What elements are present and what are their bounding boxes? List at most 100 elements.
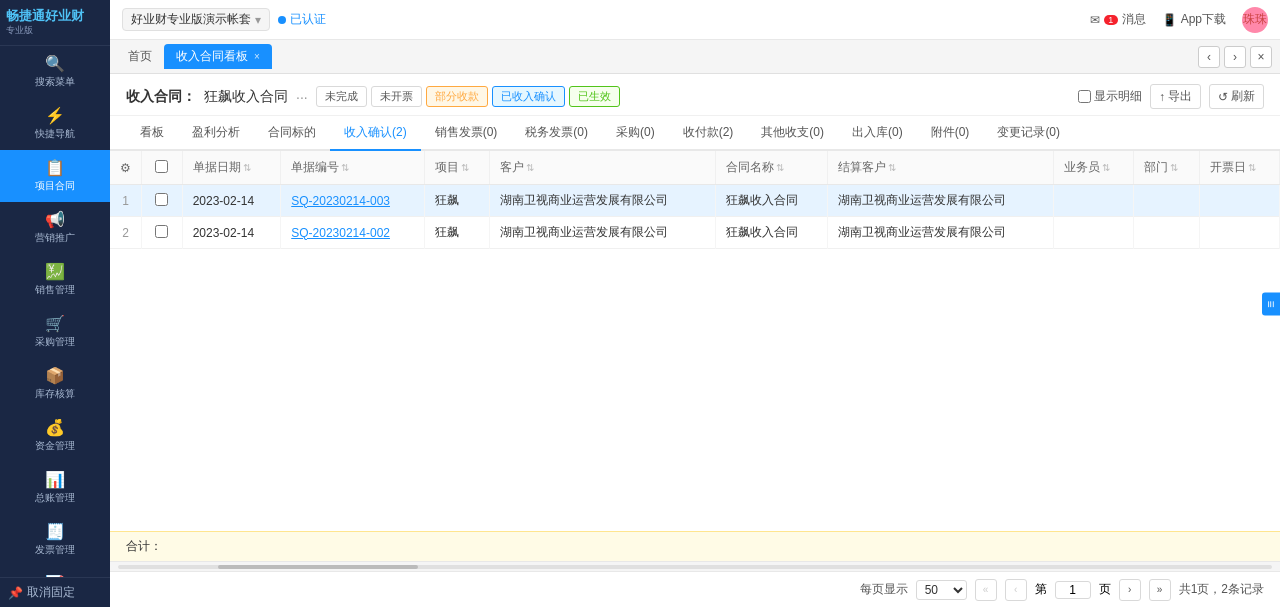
sidebar-item-ledger[interactable]: 📊 总账管理 [0, 462, 110, 514]
certified-label: 已认证 [290, 11, 326, 28]
pin-icon: 📌 [8, 586, 23, 600]
sidebar-item-label: 快捷导航 [35, 127, 75, 141]
subtab-warehouse[interactable]: 出入库(0) [838, 116, 917, 151]
topbar-left: 好业财专业版演示帐套 ▾ 已认证 [122, 8, 326, 31]
right-float-panel[interactable]: ≡ [1262, 292, 1280, 315]
sidebar-item-project[interactable]: 📋 项目合同 [0, 150, 110, 202]
row-salesman [1053, 217, 1133, 249]
per-page-label: 每页显示 [860, 581, 908, 598]
col-number: 单据编号⇅ [281, 151, 424, 185]
sidebar-item-funds[interactable]: 💰 资金管理 [0, 410, 110, 462]
show-detail-checkbox[interactable]: 显示明细 [1078, 88, 1142, 105]
footer-total-label: 合计： [126, 538, 162, 555]
chevron-down-icon: ▾ [255, 13, 261, 27]
sidebar-item-marketing[interactable]: 📢 营销推广 [0, 202, 110, 254]
sort-icon: ⇅ [776, 162, 784, 173]
app-name: 畅捷通好业财 [6, 8, 104, 24]
status-uninvoiced[interactable]: 未开票 [371, 86, 422, 107]
subtab-attachment[interactable]: 附件(0) [917, 116, 984, 151]
sidebar-item-tax[interactable]: 📝 税务管理 [0, 566, 110, 577]
sidebar-item-quicknav[interactable]: ⚡ 快捷导航 [0, 98, 110, 150]
prev-page-button[interactable]: ‹ [1005, 579, 1027, 601]
col-open-date: 开票日⇅ [1199, 151, 1279, 185]
subtab-subject[interactable]: 合同标的 [254, 116, 330, 151]
message-button[interactable]: ✉ 1 消息 [1090, 11, 1146, 28]
refresh-button[interactable]: ↺ 刷新 [1209, 84, 1264, 109]
row-number: SQ-20230214-003 [281, 185, 424, 217]
more-icon[interactable]: ··· [296, 89, 308, 105]
tab-prev-button[interactable]: ‹ [1198, 46, 1220, 68]
project-icon: 📋 [45, 158, 65, 177]
ledger-icon: 📊 [45, 470, 65, 489]
subtab-board[interactable]: 看板 [126, 116, 178, 151]
refresh-label: 刷新 [1231, 88, 1255, 105]
settings-icon[interactable]: ⚙ [120, 161, 131, 175]
avatar[interactable]: 珠珠 [1242, 7, 1268, 33]
subtab-changes[interactable]: 变更记录(0) [983, 116, 1074, 151]
subtab-tax-invoice[interactable]: 税务发票(0) [511, 116, 602, 151]
table-row[interactable]: 2 2023-02-14 SQ-20230214-002 狂飙 湖南卫视商业运营… [110, 217, 1280, 249]
tab-next-button[interactable]: › [1224, 46, 1246, 68]
row-project: 狂飙 [424, 217, 490, 249]
sidebar-item-search[interactable]: 🔍 搜索菜单 [0, 46, 110, 98]
tab-home[interactable]: 首页 [118, 44, 162, 69]
page-title: 收入合同： [126, 88, 196, 106]
subtab-sales-invoice[interactable]: 销售发票(0) [421, 116, 512, 151]
sidebar-item-purchase[interactable]: 🛒 采购管理 [0, 306, 110, 358]
doc-number-link[interactable]: SQ-20230214-003 [291, 194, 390, 208]
tab-close-all-button[interactable]: × [1250, 46, 1272, 68]
subtab-payment[interactable]: 收付款(2) [669, 116, 748, 151]
doc-number-link[interactable]: SQ-20230214-002 [291, 226, 390, 240]
sidebar-bottom-label: 取消固定 [27, 584, 75, 601]
sidebar-item-inventory[interactable]: 📦 库存核算 [0, 358, 110, 410]
status-incomplete[interactable]: 未完成 [316, 86, 367, 107]
horizontal-scrollbar[interactable] [110, 561, 1280, 571]
status-partial[interactable]: 部分收款 [426, 86, 488, 107]
col-end-customer: 结算客户⇅ [827, 151, 1053, 185]
purchase-icon: 🛒 [45, 314, 65, 333]
row-checkbox[interactable] [155, 225, 168, 238]
row-checkbox[interactable] [155, 193, 168, 206]
first-page-button[interactable]: « [975, 579, 997, 601]
col-date: 单据日期⇅ [182, 151, 281, 185]
sidebar-pin-toggle[interactable]: 📌 取消固定 [0, 577, 110, 607]
scrollbar-thumb[interactable] [218, 565, 418, 569]
scrollbar-track [118, 565, 1272, 569]
sort-icon: ⇅ [526, 162, 534, 173]
sidebar-item-label: 搜索菜单 [35, 75, 75, 89]
app-download-button[interactable]: 📱 App下载 [1162, 11, 1226, 28]
page-of-label: 页 [1099, 581, 1111, 598]
subtab-purchase[interactable]: 采购(0) [602, 116, 669, 151]
app-download-label: App下载 [1181, 11, 1226, 28]
per-page-select[interactable]: 50 20 100 [916, 580, 967, 600]
sidebar-item-sales[interactable]: 💹 销售管理 [0, 254, 110, 306]
sort-icon: ⇅ [1248, 162, 1256, 173]
status-badges: 未完成 未开票 部分收款 已收入确认 已生效 [316, 86, 620, 107]
last-page-button[interactable]: » [1149, 579, 1171, 601]
company-selector[interactable]: 好业财专业版演示帐套 ▾ [122, 8, 270, 31]
page-content: 收入合同： 狂飙收入合同 ··· 未完成 未开票 部分收款 已收入确认 已生效 … [110, 74, 1280, 607]
tab-contract-board[interactable]: 收入合同看板 × [164, 44, 272, 69]
detail-checkbox-input[interactable] [1078, 90, 1091, 103]
subtab-profit[interactable]: 盈利分析 [178, 116, 254, 151]
sidebar-item-invoice[interactable]: 🧾 发票管理 [0, 514, 110, 566]
row-dept [1133, 217, 1199, 249]
col-checkbox [142, 151, 183, 185]
export-button[interactable]: ↑ 导出 [1150, 84, 1201, 109]
col-settings: ⚙ [110, 151, 142, 185]
subtab-other[interactable]: 其他收支(0) [747, 116, 838, 151]
subtab-revenue-confirm[interactable]: 收入确认(2) [330, 116, 421, 151]
status-active[interactable]: 已生效 [569, 86, 620, 107]
select-all-checkbox[interactable] [155, 160, 168, 173]
status-confirmed[interactable]: 已收入确认 [492, 86, 565, 107]
tab-close-icon[interactable]: × [254, 51, 260, 62]
sidebar-item-label: 项目合同 [35, 179, 75, 193]
pagination: 每页显示 50 20 100 « ‹ 第 页 › » 共1页，2条记录 [110, 571, 1280, 607]
row-date: 2023-02-14 [182, 217, 281, 249]
page-header: 收入合同： 狂飙收入合同 ··· 未完成 未开票 部分收款 已收入确认 已生效 … [110, 74, 1280, 116]
table-row[interactable]: 1 2023-02-14 SQ-20230214-003 狂飙 湖南卫视商业运营… [110, 185, 1280, 217]
page-input[interactable] [1055, 581, 1091, 599]
app-sub: 专业版 [6, 24, 104, 37]
row-dept [1133, 185, 1199, 217]
next-page-button[interactable]: › [1119, 579, 1141, 601]
